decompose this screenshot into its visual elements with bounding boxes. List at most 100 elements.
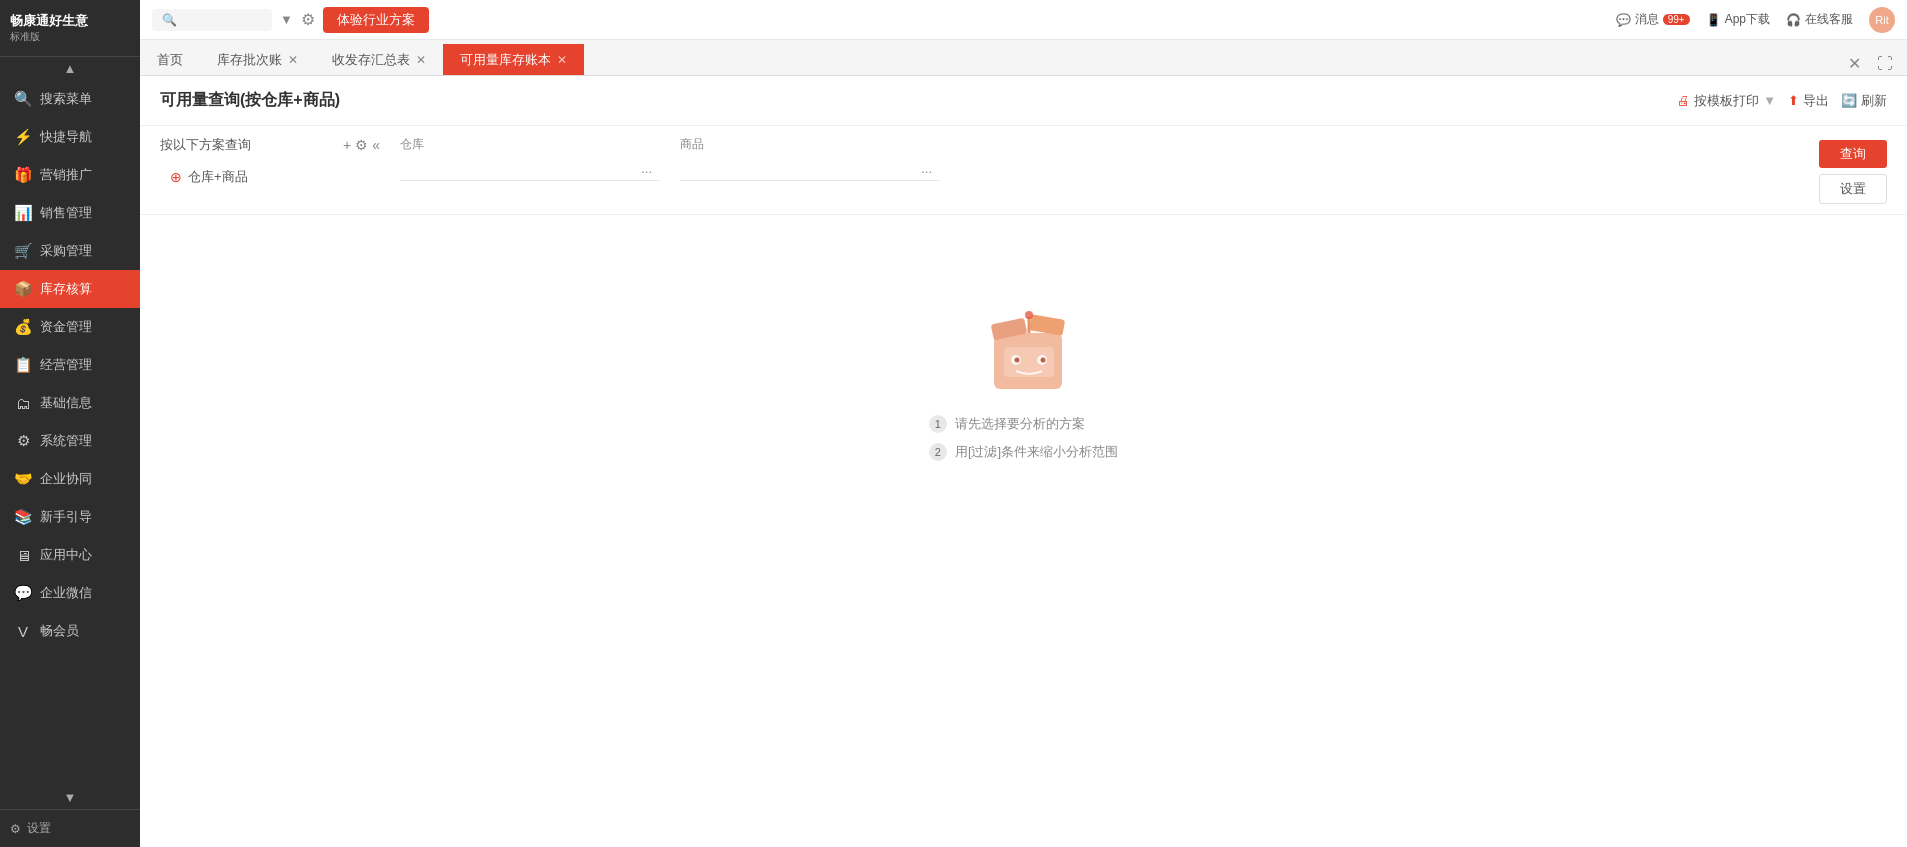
sidebar-header: 畅康通好生意 标准版 <box>0 0 140 57</box>
chat-icon: 💬 <box>14 584 32 602</box>
export-icon: ⬆ <box>1788 93 1799 108</box>
book-icon: 📚 <box>14 508 32 526</box>
query-button[interactable]: 查询 <box>1819 140 1887 168</box>
app-download-action[interactable]: 📱 App下载 <box>1706 11 1770 28</box>
tab-available-inventory-label: 可用量库存账本 <box>460 51 551 69</box>
sidebar-settings-label: 设置 <box>27 820 51 837</box>
search-box[interactable]: 🔍 <box>152 9 272 31</box>
filter-warehouse: 仓库 ... <box>400 136 660 181</box>
empty-hint-1: 1 请先选择要分析的方案 <box>929 415 1118 433</box>
sidebar-item-label: 企业协同 <box>40 470 92 488</box>
tab-home[interactable]: 首页 <box>140 44 200 75</box>
sidebar-item-label: 应用中心 <box>40 546 92 564</box>
print-icon: 🖨 <box>1677 93 1690 108</box>
sidebar-item-new-guide[interactable]: 📚 新手引导 <box>0 498 140 536</box>
tab-close-button[interactable]: ✕ <box>1842 52 1867 75</box>
lightning-icon: ⚡ <box>14 128 32 146</box>
tab-available-inventory[interactable]: 可用量库存账本 ✕ <box>443 44 584 75</box>
brand-name: 畅康通好生意 <box>10 12 130 30</box>
search-icon: 🔍 <box>14 90 32 108</box>
sidebar-item-label: 采购管理 <box>40 242 92 260</box>
tab-batch-account-close[interactable]: ✕ <box>288 53 298 67</box>
sidebar-item-label: 畅会员 <box>40 622 79 640</box>
sidebar-item-quick-nav[interactable]: ⚡ 快捷导航 <box>0 118 140 156</box>
export-button[interactable]: ⬆ 导出 <box>1788 92 1829 110</box>
brand-edition: 标准版 <box>10 30 130 44</box>
sidebar-item-enterprise-wechat[interactable]: 💬 企业微信 <box>0 574 140 612</box>
tab-batch-account[interactable]: 库存批次账 ✕ <box>200 44 315 75</box>
scheme-header-label: 按以下方案查询 <box>160 136 251 154</box>
gear-icon: ⚙ <box>10 822 21 836</box>
filter-goods: 商品 ... <box>680 136 940 181</box>
scheme-item-label: 仓库+商品 <box>188 168 248 186</box>
refresh-icon: 🔄 <box>1841 93 1857 108</box>
sidebar-item-sales[interactable]: 📊 销售管理 <box>0 194 140 232</box>
gear-icon[interactable]: ⚙ <box>301 10 315 29</box>
scheme-collapse-button[interactable]: « <box>372 137 380 153</box>
filter-warehouse-input[interactable]: ... <box>400 157 660 181</box>
sidebar-item-base-info[interactable]: 🗂 基础信息 <box>0 384 140 422</box>
top-bar: 🔍 ▼ ⚙ 体验行业方案 💬 消息 99+ 📱 App下载 🎧 在 <box>140 0 1907 40</box>
industry-solution-button[interactable]: 体验行业方案 <box>323 7 429 33</box>
svg-point-6 <box>1014 358 1019 363</box>
filter-goods-input[interactable]: ... <box>680 157 940 181</box>
sidebar-item-purchase[interactable]: 🛒 采购管理 <box>0 232 140 270</box>
dropdown-icon[interactable]: ▼ <box>280 12 293 27</box>
export-label: 导出 <box>1803 92 1829 110</box>
message-label: 消息 <box>1635 11 1659 28</box>
page-content: 可用量查询(按仓库+商品) 🖨 按模板打印 ▼ ⬆ 导出 🔄 刷新 <box>140 76 1907 847</box>
goods-more-button[interactable]: ... <box>921 161 932 176</box>
svg-point-9 <box>1025 311 1033 319</box>
goods-input-field[interactable] <box>688 161 915 176</box>
empty-hints: 1 请先选择要分析的方案 2 用[过滤]条件来缩小分析范围 <box>929 415 1118 461</box>
online-service-label: 在线客服 <box>1805 11 1853 28</box>
sidebar-item-label: 新手引导 <box>40 508 92 526</box>
tab-receipt-summary[interactable]: 收发存汇总表 ✕ <box>315 44 443 75</box>
message-action[interactable]: 💬 消息 99+ <box>1616 11 1690 28</box>
sidebar-footer[interactable]: ⚙ 设置 <box>0 809 140 847</box>
online-service-action[interactable]: 🎧 在线客服 <box>1786 11 1853 28</box>
sidebar-item-label: 营销推广 <box>40 166 92 184</box>
tabs-controls: ✕ ⛶ <box>1834 52 1907 75</box>
top-bar-actions: 💬 消息 99+ 📱 App下载 🎧 在线客服 Rit <box>1616 7 1895 33</box>
sidebar-item-inventory[interactable]: 📦 库存核算 <box>0 270 140 308</box>
tab-batch-account-label: 库存批次账 <box>217 51 282 69</box>
box-icon: 📦 <box>14 280 32 298</box>
query-filters: 仓库 ... 商品 ... <box>400 136 1799 181</box>
print-dropdown-icon[interactable]: ▼ <box>1763 93 1776 108</box>
sidebar-item-marketing[interactable]: 🎁 营销推广 <box>0 156 140 194</box>
scheme-item-warehouse-goods[interactable]: ⊕ 仓库+商品 <box>160 162 380 192</box>
sidebar-item-operation[interactable]: 📋 经营管理 <box>0 346 140 384</box>
tab-expand-button[interactable]: ⛶ <box>1871 53 1899 75</box>
scheme-add-button[interactable]: + <box>343 137 351 153</box>
refresh-label: 刷新 <box>1861 92 1887 110</box>
tab-home-label: 首页 <box>157 51 183 69</box>
print-template-button[interactable]: 🖨 按模板打印 ▼ <box>1677 92 1776 110</box>
sidebar-scroll-down[interactable]: ▼ <box>0 786 140 809</box>
sidebar-item-system[interactable]: ⚙ 系统管理 <box>0 422 140 460</box>
query-panel: 按以下方案查询 + ⚙ « ⊕ 仓库+商品 仓库 <box>140 126 1907 215</box>
tab-available-inventory-close[interactable]: ✕ <box>557 53 567 67</box>
sidebar-item-label: 搜索菜单 <box>40 90 92 108</box>
sidebar-item-enterprise[interactable]: 🤝 企业协同 <box>0 460 140 498</box>
sidebar-item-vip[interactable]: V 畅会员 <box>0 612 140 650</box>
hint-num-1: 1 <box>929 415 947 433</box>
tab-receipt-summary-close[interactable]: ✕ <box>416 53 426 67</box>
settings-button[interactable]: 设置 <box>1819 174 1887 204</box>
sidebar-scroll-up[interactable]: ▲ <box>0 57 140 80</box>
gift-icon: 🎁 <box>14 166 32 184</box>
scheme-item-icon: ⊕ <box>170 169 182 185</box>
filter-warehouse-label: 仓库 <box>400 136 660 153</box>
message-badge: 99+ <box>1663 14 1690 25</box>
sidebar-item-finance[interactable]: 💰 资金管理 <box>0 308 140 346</box>
user-avatar[interactable]: Rit <box>1869 7 1895 33</box>
refresh-button[interactable]: 🔄 刷新 <box>1841 92 1887 110</box>
sidebar-item-app-center[interactable]: 🖥 应用中心 <box>0 536 140 574</box>
sidebar-item-search[interactable]: 🔍 搜索菜单 <box>0 80 140 118</box>
warehouse-more-button[interactable]: ... <box>641 161 652 176</box>
handshake-icon: 🤝 <box>14 470 32 488</box>
vip-icon: V <box>14 623 32 640</box>
scheme-settings-button[interactable]: ⚙ <box>355 137 368 153</box>
page-title: 可用量查询(按仓库+商品) <box>160 90 340 111</box>
warehouse-input-field[interactable] <box>408 161 635 176</box>
